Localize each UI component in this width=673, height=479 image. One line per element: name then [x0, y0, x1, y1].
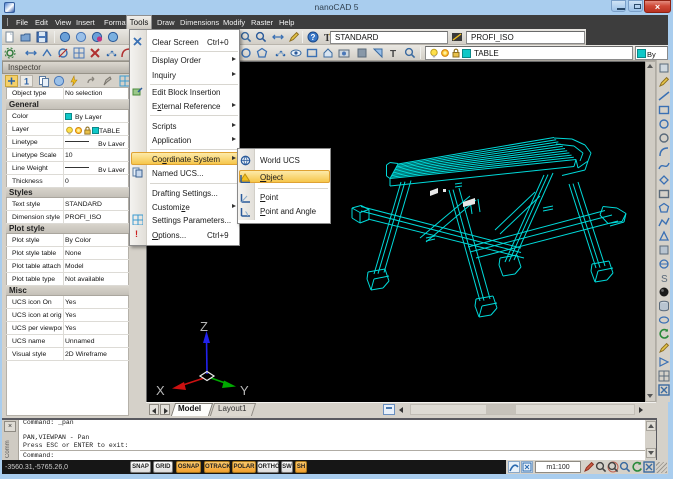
svg-text:1: 1	[24, 77, 29, 87]
svg-text:?: ?	[311, 33, 316, 42]
svg-text:Y: Y	[240, 383, 249, 398]
svg-text:S: S	[661, 274, 668, 284]
svg-text:X: X	[156, 383, 165, 398]
svg-text:T: T	[390, 49, 396, 59]
svg-text:Z: Z	[200, 319, 208, 334]
